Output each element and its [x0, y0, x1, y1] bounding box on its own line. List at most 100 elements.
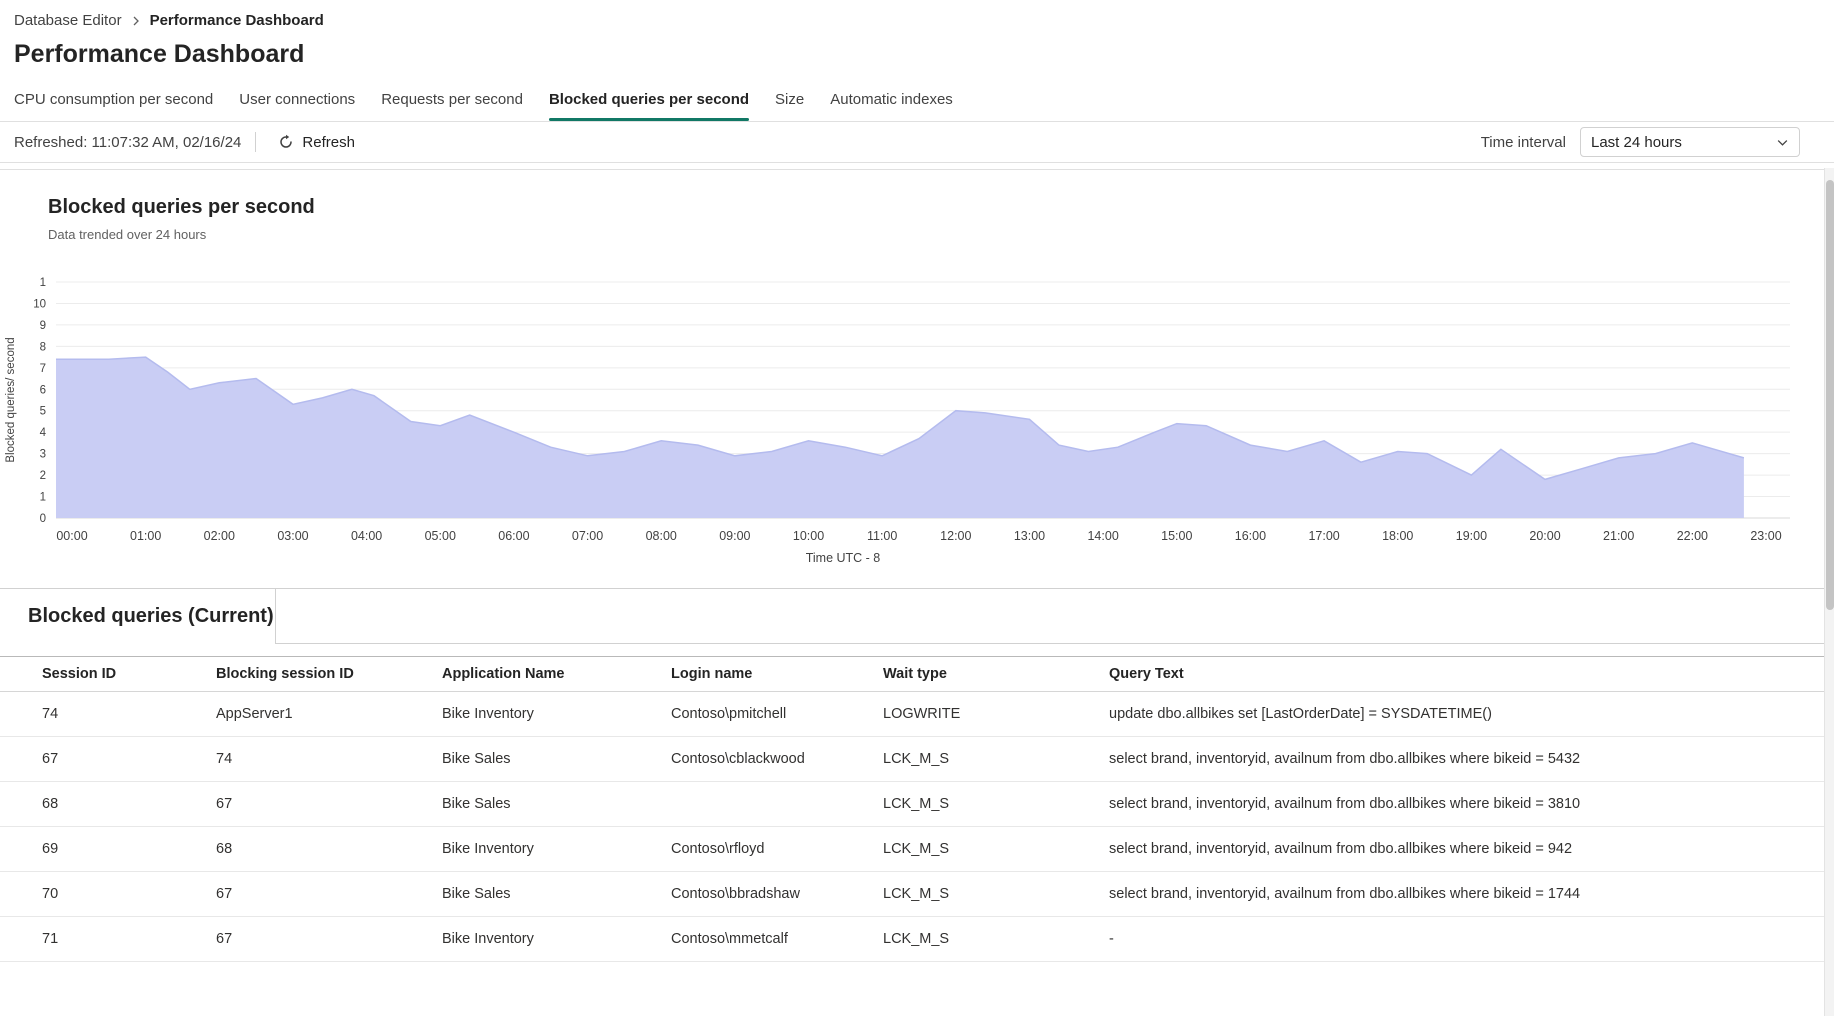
- table-cell: 67: [0, 736, 204, 782]
- tab-automatic-indexes[interactable]: Automatic indexes: [830, 91, 953, 121]
- svg-text:Time UTC - 8: Time UTC - 8: [806, 551, 881, 565]
- tab-cpu-consumption-per-second[interactable]: CPU consumption per second: [14, 91, 213, 121]
- table-cell: Contoso\rfloyd: [659, 826, 871, 872]
- svg-text:00:00: 00:00: [56, 529, 87, 543]
- chevron-down-icon: [1776, 136, 1789, 149]
- table-row[interactable]: 74 AppServer1 Bike Inventory Contoso\pmitch…: [0, 691, 1824, 737]
- toolbar: Refreshed: 11:07:32 AM, 02/16/24 Refresh…: [0, 121, 1834, 163]
- svg-text:07:00: 07:00: [572, 529, 603, 543]
- table-cell: 68: [204, 826, 430, 872]
- blocked-queries-table-body: 74 AppServer1 Bike Inventory Contoso\pmitch…: [0, 691, 1824, 962]
- svg-text:04:00: 04:00: [351, 529, 382, 543]
- table-cell: Contoso\cblackwood: [659, 736, 871, 782]
- table-row[interactable]: 67 74 Bike Sales Contoso\cblackwood LCK_M_S s…: [0, 736, 1824, 782]
- table-cell: Bike Sales: [430, 871, 659, 917]
- blocked-queries-current-tab[interactable]: Blocked queries (Current): [0, 589, 276, 644]
- column-header-query-text[interactable]: Query Text: [1097, 656, 1824, 692]
- svg-text:13:00: 13:00: [1014, 529, 1045, 543]
- column-header-blocking-session-id[interactable]: Blocking session ID: [204, 656, 430, 692]
- table-cell: LCK_M_S: [871, 736, 1097, 782]
- svg-text:05:00: 05:00: [425, 529, 456, 543]
- svg-text:17:00: 17:00: [1308, 529, 1339, 543]
- svg-text:22:00: 22:00: [1677, 529, 1708, 543]
- table-cell: 67: [204, 871, 430, 917]
- table-cell: select brand, inventoryid, availnum from…: [1097, 736, 1824, 782]
- svg-text:12:00: 12:00: [940, 529, 971, 543]
- table-cell: AppServer1: [204, 691, 430, 737]
- svg-text:23:00: 23:00: [1750, 529, 1781, 543]
- table-cell: 68: [0, 781, 204, 827]
- vertical-scrollbar[interactable]: [1824, 168, 1834, 1016]
- table-cell: select brand, inventoryid, availnum from…: [1097, 871, 1824, 917]
- table-cell: 70: [0, 871, 204, 917]
- svg-text:9: 9: [40, 320, 46, 332]
- chart-subtitle: Data trended over 24 hours: [48, 227, 207, 242]
- column-header-login-name[interactable]: Login name: [659, 656, 871, 692]
- table-cell: Contoso\pmitchell: [659, 691, 871, 737]
- table-row[interactable]: 70 67 Bike Sales Contoso\bbradshaw LCK_M_S se…: [0, 871, 1824, 917]
- tab-bar: CPU consumption per second User connecti…: [0, 69, 1834, 121]
- table-cell: LCK_M_S: [871, 826, 1097, 872]
- svg-text:19:00: 19:00: [1456, 529, 1487, 543]
- svg-text:16:00: 16:00: [1235, 529, 1266, 543]
- column-header-wait-type[interactable]: Wait type: [871, 656, 1097, 692]
- content-area: Blocked queries per second Data trended …: [0, 169, 1834, 962]
- time-interval-label: Time interval: [1480, 133, 1566, 151]
- table-tab-row: Blocked queries (Current): [0, 589, 1834, 644]
- svg-text:08:00: 08:00: [646, 529, 677, 543]
- tab-user-connections[interactable]: User connections: [239, 91, 355, 121]
- table-row[interactable]: 68 67 Bike Sales LCK_M_S select brand, inven…: [0, 781, 1824, 827]
- column-header-application-name[interactable]: Application Name: [430, 656, 659, 692]
- table-cell: update dbo.allbikes set [LastOrderDate] …: [1097, 691, 1824, 737]
- table-row[interactable]: 71 67 Bike Inventory Contoso\mmetcalf LCK_M_…: [0, 916, 1824, 962]
- svg-text:8: 8: [40, 341, 46, 353]
- table-cell: -: [1097, 916, 1824, 962]
- tab-size[interactable]: Size: [775, 91, 804, 121]
- table-cell: 74: [204, 736, 430, 782]
- table-cell: Bike Inventory: [430, 691, 659, 737]
- table-row[interactable]: 69 68 Bike Inventory Contoso\rfloyd LCK_M_S s…: [0, 826, 1824, 872]
- svg-text:15:00: 15:00: [1161, 529, 1192, 543]
- svg-text:14:00: 14:00: [1087, 529, 1118, 543]
- svg-text:3: 3: [40, 449, 46, 461]
- table-header: Session ID Blocking session ID Applicati…: [0, 656, 1824, 692]
- column-header-session-id[interactable]: Session ID: [0, 656, 204, 692]
- time-interval-group: Time interval Last 24 hours: [1481, 127, 1800, 157]
- svg-text:1: 1: [40, 492, 46, 504]
- svg-text:10:00: 10:00: [793, 529, 824, 543]
- time-interval-dropdown[interactable]: Last 24 hours: [1580, 127, 1800, 157]
- breadcrumb-item-performance-dashboard: Performance Dashboard: [149, 12, 324, 29]
- table-cell: select brand, inventoryid, availnum from…: [1097, 781, 1824, 827]
- svg-text:2: 2: [40, 470, 46, 482]
- tab-requests-per-second[interactable]: Requests per second: [381, 91, 523, 121]
- table-cell: 74: [0, 691, 204, 737]
- refreshed-timestamp: Refreshed: 11:07:32 AM, 02/16/24: [14, 133, 242, 151]
- blocked-queries-section: Blocked queries (Current) Session ID Blo…: [0, 588, 1834, 962]
- svg-text:02:00: 02:00: [204, 529, 235, 543]
- table-cell: Bike Sales: [430, 781, 659, 827]
- toolbar-divider: [255, 132, 257, 152]
- table-cell: 67: [204, 916, 430, 962]
- svg-text:Blocked queries/ second: Blocked queries/ second: [5, 337, 17, 462]
- chart-section: Blocked queries per second Data trended …: [0, 170, 1834, 578]
- table-cell: 67: [204, 781, 430, 827]
- blocked-queries-table: Session ID Blocking session ID Applicati…: [0, 656, 1824, 962]
- svg-text:11:00: 11:00: [867, 529, 897, 543]
- svg-text:20:00: 20:00: [1529, 529, 1560, 543]
- chart-title: Blocked queries per second: [48, 196, 315, 218]
- svg-text:1: 1: [40, 277, 46, 289]
- table-tab-row-filler: [276, 589, 1834, 644]
- blocked-queries-area-chart: 0 1 2 3 4 5 6 7 8 9 10 1 00:00 01:00 02:00 03:00 04:00 05…: [5, 277, 1790, 565]
- table-cell: [659, 781, 871, 827]
- table-cell: Bike Sales: [430, 736, 659, 782]
- time-interval-value: Last 24 hours: [1591, 133, 1682, 151]
- scrollbar-thumb[interactable]: [1826, 180, 1834, 610]
- table-cell: LOGWRITE: [871, 691, 1097, 737]
- breadcrumb-item-database-editor[interactable]: Database Editor: [14, 12, 122, 29]
- svg-text:6: 6: [40, 384, 46, 396]
- table-cell: LCK_M_S: [871, 781, 1097, 827]
- tab-blocked-queries-per-second[interactable]: Blocked queries per second: [548, 91, 750, 121]
- refresh-button[interactable]: Refresh: [270, 130, 363, 155]
- svg-text:7: 7: [40, 363, 46, 375]
- svg-text:10: 10: [33, 298, 46, 310]
